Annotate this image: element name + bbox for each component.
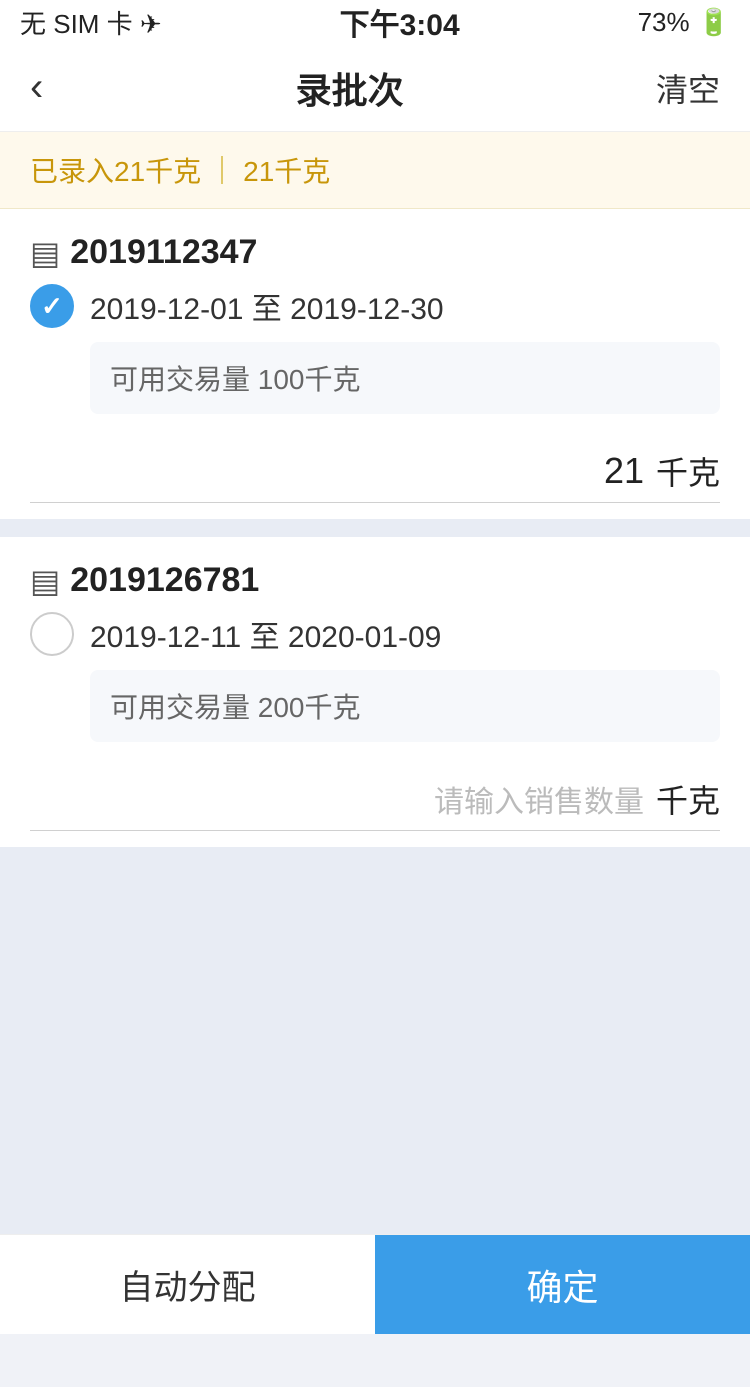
battery-icon: 🔋	[698, 7, 730, 38]
check-mark: ✓	[41, 291, 63, 322]
section-divider	[0, 519, 750, 537]
batch2-icon: ▤	[30, 562, 60, 600]
info-divider	[221, 156, 223, 184]
auto-distribute-button[interactable]: 自动分配	[0, 1235, 375, 1334]
batch2-placeholder: 请输入销售数量	[30, 777, 644, 821]
battery-level: 73%	[638, 7, 690, 38]
page-title: 录批次	[296, 62, 404, 114]
batch1-id: 2019112347	[70, 233, 257, 272]
batch1-card: ▤ 2019112347 ✓ 2019-12-01 至 2019-12-30 可…	[0, 209, 750, 519]
batch1-radio[interactable]: ✓	[30, 284, 74, 328]
back-button[interactable]: ‹	[30, 65, 43, 110]
batch2-header: ▤ 2019126781	[30, 561, 720, 600]
batch1-input-row: 21 千克	[0, 438, 750, 519]
sim-status: 无 SIM 卡 ✈	[20, 4, 162, 41]
batch2-radio[interactable]	[30, 612, 74, 656]
info-banner: 已录入21千克 21千克	[0, 132, 750, 209]
batch1-date-range: 2019-12-01 至 2019-12-30	[90, 284, 444, 328]
recorded-value: 21千克	[243, 150, 330, 190]
batch1-quantity: 21	[604, 450, 644, 492]
batch1-icon: ▤	[30, 234, 60, 272]
clear-button[interactable]: 清空	[656, 65, 720, 111]
batch2-unit: 千克	[656, 776, 720, 822]
status-bar: 无 SIM 卡 ✈ 下午3:04 73% 🔋	[0, 0, 750, 44]
batch1-date-row[interactable]: ✓ 2019-12-01 至 2019-12-30	[30, 284, 720, 328]
batch2-id: 2019126781	[70, 561, 259, 600]
nav-bar: ‹ 录批次 清空	[0, 44, 750, 132]
bottom-area	[0, 847, 750, 1287]
batch1-unit: 千克	[656, 448, 720, 494]
status-right: 73% 🔋	[638, 7, 730, 38]
batch2-availability: 可用交易量 200千克	[90, 670, 720, 742]
confirm-button[interactable]: 确定	[375, 1235, 750, 1334]
status-time: 下午3:04	[340, 0, 460, 44]
footer: 自动分配 确定	[0, 1234, 750, 1334]
batch2-date-range: 2019-12-11 至 2020-01-09	[90, 612, 441, 656]
batch2-input-row: 请输入销售数量 千克	[0, 766, 750, 847]
batch2-date-row[interactable]: 2019-12-11 至 2020-01-09	[30, 612, 720, 656]
batch2-card: ▤ 2019126781 2019-12-11 至 2020-01-09 可用交…	[0, 537, 750, 847]
status-left: 无 SIM 卡 ✈	[20, 4, 162, 41]
batch1-availability: 可用交易量 100千克	[90, 342, 720, 414]
recorded-label: 已录入21千克	[30, 150, 201, 190]
batch1-header: ▤ 2019112347	[30, 233, 720, 272]
